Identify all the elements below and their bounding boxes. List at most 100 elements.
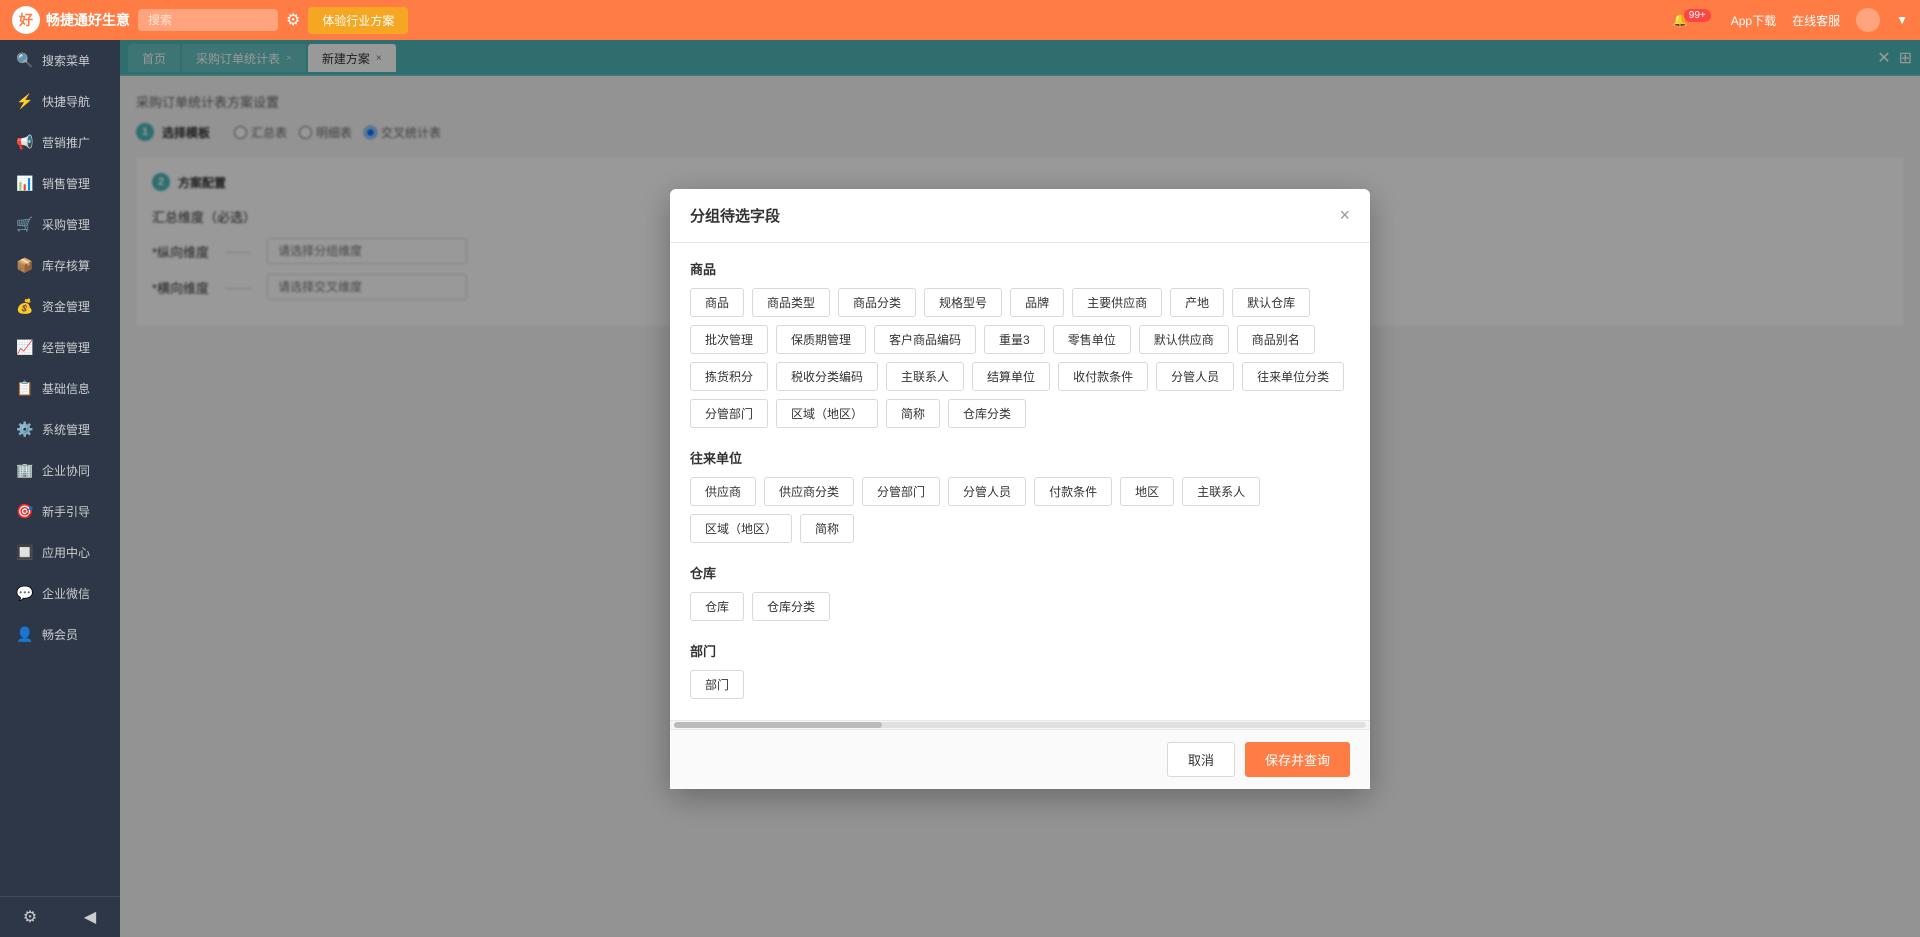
field-tag-拣货积分[interactable]: 拣货积分 xyxy=(690,362,768,391)
field-tag-保质期管理[interactable]: 保质期管理 xyxy=(776,325,866,354)
field-tag-结算单位[interactable]: 结算单位 xyxy=(972,362,1050,391)
field-tag-仓库分类[interactable]: 仓库分类 xyxy=(948,399,1026,428)
sidebar-label-basic-info: 基础信息 xyxy=(42,380,90,397)
field-tag-商品别名[interactable]: 商品别名 xyxy=(1237,325,1315,354)
sidebar-item-guide[interactable]: 🎯新手引导 xyxy=(0,491,120,532)
field-tag-简称[interactable]: 简称 xyxy=(886,399,940,428)
sidebar: 🔍搜索菜单⚡快捷导航📢营销推广📊销售管理 🛒 采购管理 📦库存核算 💰 资金管理 📈经营管理… xyxy=(0,40,120,937)
field-tag-产地[interactable]: 产地 xyxy=(1170,288,1224,317)
field-group-title-department: 部门 xyxy=(690,641,1350,660)
sidebar-label-enterprise: 企业协同 xyxy=(42,462,90,479)
logo-text: 畅捷通好生意 xyxy=(46,10,130,30)
field-tag-分管部门[interactable]: 分管部门 xyxy=(690,399,768,428)
field-tag-区域（地区）[interactable]: 区域（地区） xyxy=(690,514,792,543)
sidebar-collapse-btn[interactable]: ◀ xyxy=(60,897,120,937)
sidebar-label-operations: 经营管理 xyxy=(42,339,90,356)
sidebar-item-operations[interactable]: 📈经营管理 xyxy=(0,327,120,368)
field-tag-地区[interactable]: 地区 xyxy=(1120,477,1174,506)
field-tag-零售单位[interactable]: 零售单位 xyxy=(1053,325,1131,354)
guide-icon: 🎯 xyxy=(16,503,34,520)
sidebar-label-app-center: 应用中心 xyxy=(42,544,90,561)
field-tags-department: 部门 xyxy=(690,670,1350,699)
sidebar-item-system[interactable]: ⚙️系统管理 xyxy=(0,409,120,450)
sidebar-item-finance[interactable]: 💰 资金管理 xyxy=(0,286,120,327)
top-bar-right: 🔔99+ App下载 在线客服 ▼ xyxy=(1673,8,1908,32)
modal-hscroll[interactable] xyxy=(670,720,1370,729)
modal-title: 分组待选字段 xyxy=(690,205,780,226)
field-tag-付款条件[interactable]: 付款条件 xyxy=(1034,477,1112,506)
field-tag-仓库分类[interactable]: 仓库分类 xyxy=(752,592,830,621)
sidebar-item-enterprise-wechat[interactable]: 💬 企业微信 xyxy=(0,573,120,614)
field-tag-部门[interactable]: 部门 xyxy=(690,670,744,699)
top-search-input[interactable] xyxy=(138,9,278,31)
purchase-icon: 🛒 xyxy=(16,216,34,233)
modal-close-btn[interactable]: × xyxy=(1339,206,1350,224)
sidebar-item-quick-nav[interactable]: ⚡快捷导航 xyxy=(0,81,120,122)
notification-area[interactable]: 🔔99+ xyxy=(1673,13,1715,27)
sidebar-label-member: 畅会员 xyxy=(42,626,78,643)
sidebar-label-purchase: 采购管理 xyxy=(42,216,90,233)
field-group-department: 部门部门 xyxy=(690,641,1350,699)
field-tag-商品分类[interactable]: 商品分类 xyxy=(838,288,916,317)
field-tag-商品类型[interactable]: 商品类型 xyxy=(752,288,830,317)
hscroll-track[interactable] xyxy=(674,722,1366,728)
field-tag-重量3[interactable]: 重量3 xyxy=(984,325,1045,354)
field-tag-仓库[interactable]: 仓库 xyxy=(690,592,744,621)
field-tag-默认仓库[interactable]: 默认仓库 xyxy=(1232,288,1310,317)
sidebar-label-finance: 资金管理 xyxy=(42,298,90,315)
field-group-warehouse: 仓库仓库仓库分类 xyxy=(690,563,1350,621)
field-tag-主要供应商[interactable]: 主要供应商 xyxy=(1072,288,1162,317)
field-tag-品牌[interactable]: 品牌 xyxy=(1010,288,1064,317)
sidebar-settings-btn[interactable]: ⚙ xyxy=(0,897,60,937)
field-tag-简称[interactable]: 简称 xyxy=(800,514,854,543)
enterprise-wechat-icon: 💬 xyxy=(16,585,34,602)
field-tag-分管人员[interactable]: 分管人员 xyxy=(948,477,1026,506)
sidebar-item-marketing[interactable]: 📢营销推广 xyxy=(0,122,120,163)
field-tag-批次管理[interactable]: 批次管理 xyxy=(690,325,768,354)
field-group-title-product: 商品 xyxy=(690,259,1350,278)
field-tag-供应商[interactable]: 供应商 xyxy=(690,477,756,506)
field-tag-商品[interactable]: 商品 xyxy=(690,288,744,317)
sidebar-bottom: ⚙ ◀ xyxy=(0,896,120,937)
sidebar-item-member[interactable]: 👤畅会员 xyxy=(0,614,120,655)
field-group-partner: 往来单位供应商供应商分类分管部门分管人员付款条件地区主联系人区域（地区）简称 xyxy=(690,448,1350,543)
modal-header: 分组待选字段 × xyxy=(670,189,1370,243)
sidebar-item-inventory[interactable]: 📦库存核算 xyxy=(0,245,120,286)
field-tag-主联系人[interactable]: 主联系人 xyxy=(1182,477,1260,506)
field-tag-收付款条件[interactable]: 收付款条件 xyxy=(1058,362,1148,391)
finance-icon: 💰 xyxy=(16,298,34,315)
top-bar: 好 畅捷通好生意 ⚙ 体验行业方案 🔔99+ App下载 在线客服 ▼ xyxy=(0,0,1920,40)
logo-icon: 好 xyxy=(12,6,40,34)
field-tag-主联系人[interactable]: 主联系人 xyxy=(886,362,964,391)
inventory-icon: 📦 xyxy=(16,257,34,274)
field-tag-规格型号[interactable]: 规格型号 xyxy=(924,288,1002,317)
sidebar-label-marketing: 营销推广 xyxy=(42,134,90,151)
app-download[interactable]: App下载 xyxy=(1731,12,1776,29)
sidebar-item-purchase[interactable]: 🛒 采购管理 xyxy=(0,204,120,245)
field-tag-供应商分类[interactable]: 供应商分类 xyxy=(764,477,854,506)
user-avatar[interactable] xyxy=(1856,8,1880,32)
field-tag-分管部门[interactable]: 分管部门 xyxy=(862,477,940,506)
user-name[interactable]: ▼ xyxy=(1896,13,1908,27)
sidebar-item-app-center[interactable]: 🔲应用中心 xyxy=(0,532,120,573)
modal-save-query-btn[interactable]: 保存并查询 xyxy=(1245,742,1350,777)
field-tag-分管人员[interactable]: 分管人员 xyxy=(1156,362,1234,391)
sidebar-item-enterprise[interactable]: 🏢企业协同 xyxy=(0,450,120,491)
logo: 好 畅捷通好生意 xyxy=(12,6,130,34)
field-tag-区域（地区）[interactable]: 区域（地区） xyxy=(776,399,878,428)
field-tag-税收分类编码[interactable]: 税收分类编码 xyxy=(776,362,878,391)
modal-body[interactable]: 商品商品商品类型商品分类规格型号品牌主要供应商产地默认仓库批次管理保质期管理客户… xyxy=(670,243,1370,720)
field-tag-客户商品编码[interactable]: 客户商品编码 xyxy=(874,325,976,354)
sidebar-item-search-menu[interactable]: 🔍搜索菜单 xyxy=(0,40,120,81)
sidebar-label-enterprise-wechat: 企业微信 xyxy=(42,585,90,602)
field-tag-往来单位分类[interactable]: 往来单位分类 xyxy=(1242,362,1344,391)
sidebar-item-sales[interactable]: 📊销售管理 xyxy=(0,163,120,204)
settings-icon[interactable]: ⚙ xyxy=(286,10,300,30)
notification-badge: 99+ xyxy=(1684,9,1711,22)
modal-cancel-btn[interactable]: 取消 xyxy=(1167,742,1235,777)
sidebar-item-basic-info[interactable]: 📋基础信息 xyxy=(0,368,120,409)
quick-nav-icon: ⚡ xyxy=(16,93,34,110)
online-support[interactable]: 在线客服 xyxy=(1792,12,1840,29)
field-tag-默认供应商[interactable]: 默认供应商 xyxy=(1139,325,1229,354)
trial-btn[interactable]: 体验行业方案 xyxy=(308,7,408,34)
